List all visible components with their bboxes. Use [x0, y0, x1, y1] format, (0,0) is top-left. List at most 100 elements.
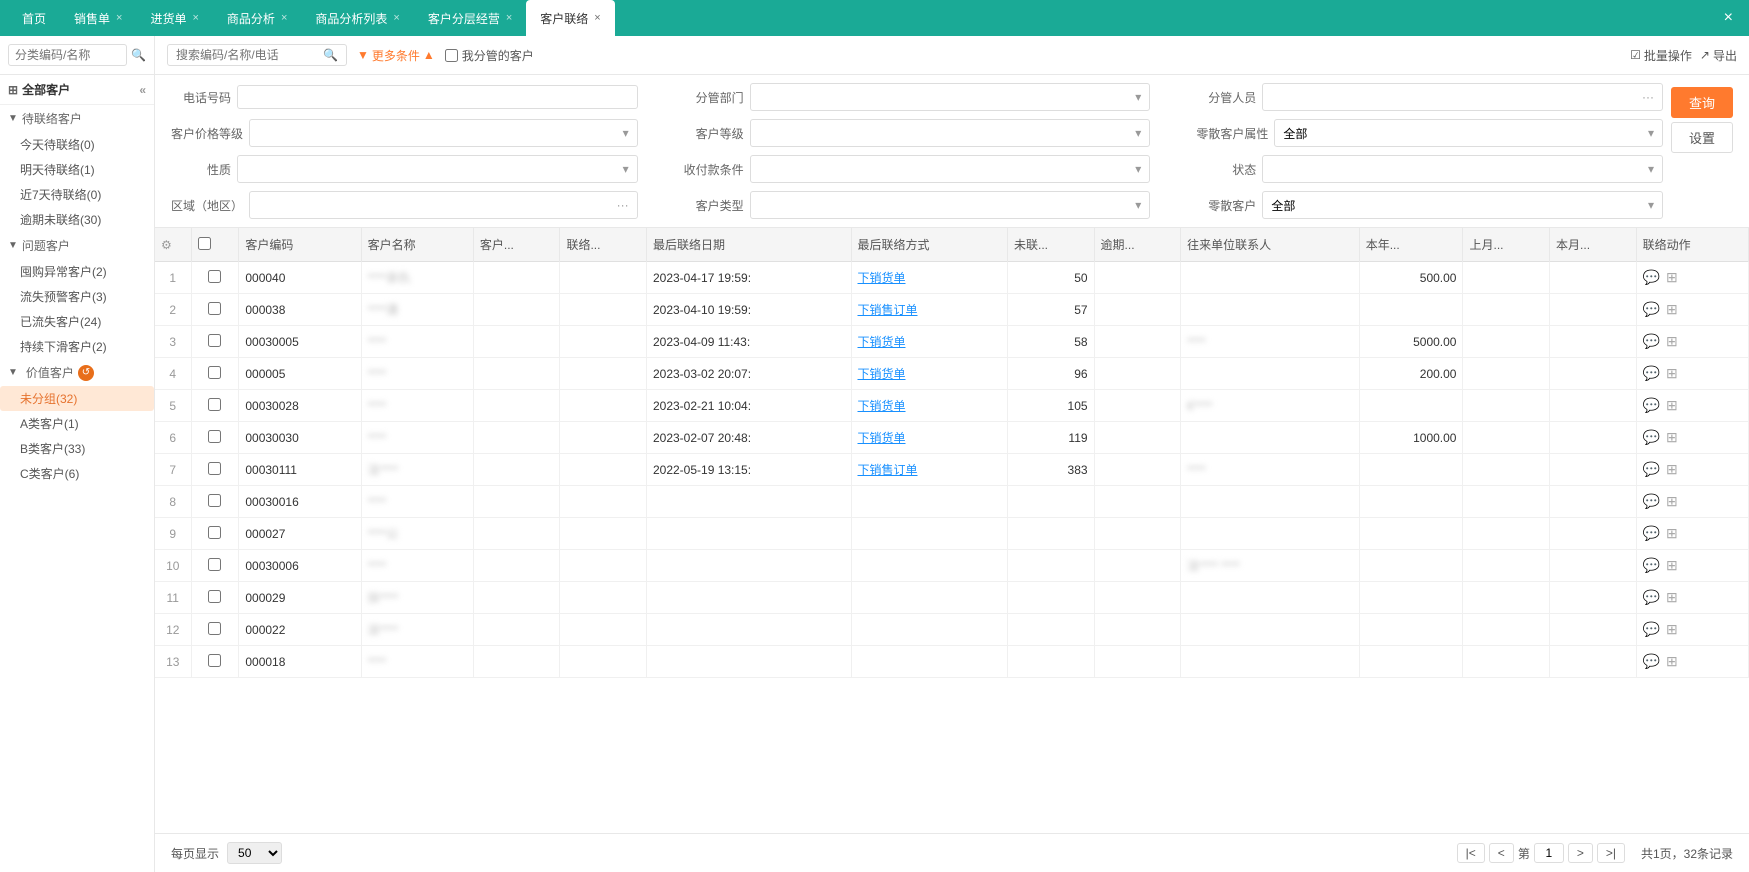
prev-page-btn[interactable]: < — [1489, 843, 1514, 863]
sidebar-item-declining[interactable]: 持续下滑客户(2) — [0, 334, 154, 359]
row-select-checkbox[interactable] — [208, 654, 221, 667]
message-icon[interactable]: 💬 — [1643, 525, 1660, 542]
message-icon[interactable]: 💬 — [1643, 365, 1660, 382]
collapse-icon[interactable]: « — [139, 83, 146, 97]
sidebar-group-problem[interactable]: ▼ 问题客户 — [0, 232, 154, 259]
tab-home[interactable]: 首页 — [8, 0, 60, 36]
grid-action-icon[interactable]: ⊞ — [1666, 365, 1678, 382]
row-select-checkbox[interactable] — [208, 430, 221, 443]
main-search-input[interactable] — [176, 48, 323, 62]
sidebar-item-churn-warning[interactable]: 流失预警客户(3) — [0, 284, 154, 309]
message-icon[interactable]: 💬 — [1643, 269, 1660, 286]
grid-action-icon[interactable]: ⊞ — [1666, 397, 1678, 414]
tab-sales[interactable]: 销售单 × — [60, 0, 136, 36]
row-last-way[interactable]: 下销售订单 — [851, 294, 1008, 326]
my-customers-check[interactable] — [445, 49, 458, 62]
tab-product-analysis[interactable]: 商品分析 × — [213, 0, 301, 36]
row-checkbox[interactable] — [191, 582, 239, 614]
export-btn[interactable]: ↗ 导出 — [1700, 47, 1737, 64]
row-last-way[interactable]: 下销货单 — [851, 358, 1008, 390]
my-customers-checkbox[interactable]: 我分管的客户 — [445, 47, 534, 64]
sidebar-item-class-a[interactable]: A类客户(1) — [0, 411, 154, 436]
grid-action-icon[interactable]: ⊞ — [1666, 301, 1678, 318]
customer-type-select[interactable]: ▾ — [750, 191, 1151, 219]
sidebar-item-tomorrow[interactable]: 明天待联络(1) — [0, 157, 154, 182]
tab-customer-contact[interactable]: 客户联络 × — [526, 0, 614, 36]
phone-input[interactable] — [237, 85, 638, 109]
close-icon[interactable]: × — [192, 12, 198, 24]
row-last-way[interactable]: 下销货单 — [851, 326, 1008, 358]
row-last-way[interactable]: 下销售订单 — [851, 454, 1008, 486]
row-checkbox[interactable] — [191, 486, 239, 518]
sidebar-search-input[interactable] — [8, 44, 127, 66]
query-button[interactable]: 查询 — [1671, 87, 1733, 118]
close-icon[interactable]: × — [594, 12, 600, 24]
sidebar-item-unclassified[interactable]: 未分组(32) — [0, 386, 154, 411]
row-last-way[interactable] — [851, 614, 1008, 646]
row-checkbox[interactable] — [191, 262, 239, 294]
reset-button[interactable]: 设置 — [1671, 122, 1733, 153]
select-all-checkbox[interactable] — [198, 237, 211, 250]
row-select-checkbox[interactable] — [208, 526, 221, 539]
row-select-checkbox[interactable] — [208, 398, 221, 411]
sidebar-item-week[interactable]: 近7天待联络(0) — [0, 182, 154, 207]
payment-select[interactable]: ▾ — [750, 155, 1151, 183]
tab-customer-layer[interactable]: 客户分层经营 × — [414, 0, 526, 36]
row-checkbox[interactable] — [191, 454, 239, 486]
row-checkbox[interactable] — [191, 646, 239, 678]
sidebar-group-value[interactable]: ▼ 价值客户 ↺ — [0, 359, 154, 386]
sidebar-item-abnormal[interactable]: 囤购异常客户(2) — [0, 259, 154, 284]
nature-select[interactable]: ▾ — [237, 155, 638, 183]
row-select-checkbox[interactable] — [208, 334, 221, 347]
next-page-btn[interactable]: > — [1568, 843, 1593, 863]
row-select-checkbox[interactable] — [208, 494, 221, 507]
row-last-way[interactable] — [851, 486, 1008, 518]
row-checkbox[interactable] — [191, 550, 239, 582]
row-last-way[interactable]: 下销货单 — [851, 390, 1008, 422]
sidebar-item-overdue[interactable]: 逾期未联络(30) — [0, 207, 154, 232]
manager-select[interactable]: ··· — [1262, 83, 1663, 111]
row-select-checkbox[interactable] — [208, 270, 221, 283]
dept-select[interactable]: ▾ — [750, 83, 1151, 111]
tab-product-analysis-list[interactable]: 商品分析列表 × — [301, 0, 413, 36]
sidebar-search-icon[interactable]: 🔍 — [131, 48, 146, 62]
sidebar-item-churned[interactable]: 已流失客户(24) — [0, 309, 154, 334]
price-level-select[interactable]: ▾ — [249, 119, 638, 147]
close-icon[interactable]: × — [393, 12, 399, 24]
sidebar-item-today[interactable]: 今天待联络(0) — [0, 132, 154, 157]
message-icon[interactable]: 💬 — [1643, 397, 1660, 414]
last-page-btn[interactable]: >| — [1597, 843, 1625, 863]
grid-action-icon[interactable]: ⊞ — [1666, 269, 1678, 286]
row-checkbox[interactable] — [191, 358, 239, 390]
message-icon[interactable]: 💬 — [1643, 589, 1660, 606]
message-icon[interactable]: 💬 — [1643, 429, 1660, 446]
settings-icon[interactable]: ⚙ — [161, 238, 172, 252]
grid-action-icon[interactable]: ⊞ — [1666, 653, 1678, 670]
checkbox-header[interactable] — [191, 228, 239, 262]
message-icon[interactable]: 💬 — [1643, 493, 1660, 510]
retail-attr-select[interactable]: 全部▾ — [1274, 119, 1663, 147]
grid-action-icon[interactable]: ⊞ — [1666, 621, 1678, 638]
grid-action-icon[interactable]: ⊞ — [1666, 333, 1678, 350]
row-checkbox[interactable] — [191, 518, 239, 550]
message-icon[interactable]: 💬 — [1643, 461, 1660, 478]
page-number-input[interactable] — [1534, 843, 1564, 863]
per-page-select[interactable]: 50 100 200 — [227, 842, 282, 864]
message-icon[interactable]: 💬 — [1643, 557, 1660, 574]
row-last-way[interactable] — [851, 646, 1008, 678]
row-last-way[interactable]: 下销货单 — [851, 422, 1008, 454]
status-select[interactable]: ▾ — [1262, 155, 1663, 183]
batch-operation-btn[interactable]: ☑ 批量操作 — [1630, 47, 1692, 64]
customer-level-select[interactable]: ▾ — [750, 119, 1151, 147]
row-checkbox[interactable] — [191, 422, 239, 454]
window-close-button[interactable]: × — [1716, 9, 1741, 27]
row-select-checkbox[interactable] — [208, 590, 221, 603]
row-last-way[interactable]: 下销货单 — [851, 262, 1008, 294]
row-select-checkbox[interactable] — [208, 558, 221, 571]
message-icon[interactable]: 💬 — [1643, 621, 1660, 638]
main-search-icon[interactable]: 🔍 — [323, 48, 338, 62]
row-last-way[interactable] — [851, 518, 1008, 550]
grid-action-icon[interactable]: ⊞ — [1666, 461, 1678, 478]
row-checkbox[interactable] — [191, 614, 239, 646]
sidebar-all-customers[interactable]: ⊞ 全部客户 « — [0, 75, 154, 105]
